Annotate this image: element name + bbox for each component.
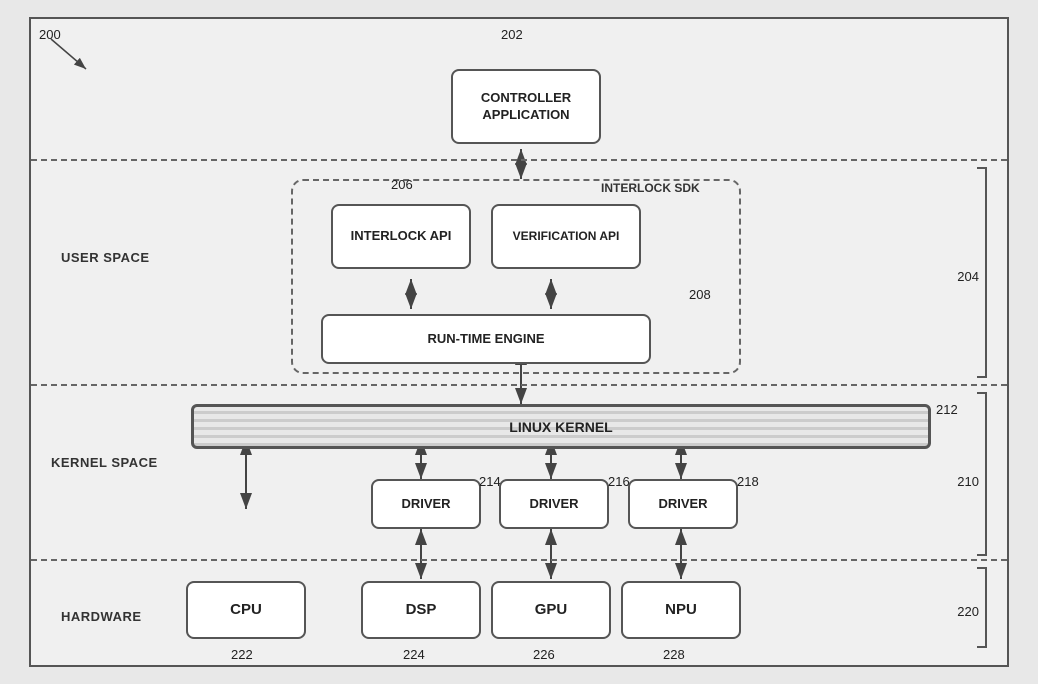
- interlock-api-box: INTERLOCK API: [331, 204, 471, 269]
- ref-208: 208: [689, 287, 711, 302]
- bracket-204: [985, 167, 987, 377]
- ref-220: 220: [957, 604, 979, 619]
- verification-api-box: VERIFICATION API: [491, 204, 641, 269]
- ref-224: 224: [403, 647, 425, 662]
- ref-218: 218: [737, 474, 759, 489]
- bracket-210-bottom: [977, 554, 987, 556]
- bracket-220-top: [977, 567, 987, 569]
- bracket-210-top: [977, 392, 987, 394]
- controller-app-box: CONTROLLER APPLICATION: [451, 69, 601, 144]
- ref-202: 202: [501, 27, 523, 42]
- bracket-220: [985, 567, 987, 647]
- bracket-220-bottom: [977, 646, 987, 648]
- ref-206: 206: [391, 177, 413, 192]
- ref-212: 212: [936, 402, 958, 417]
- driver2-box: DRIVER: [499, 479, 609, 529]
- ref-210: 210: [957, 474, 979, 489]
- kernel-space-label: KERNEL SPACE: [51, 454, 158, 472]
- user-space-bottom-line: [31, 384, 1007, 386]
- gpu-box: GPU: [491, 581, 611, 639]
- hardware-label: HARDWARE: [61, 609, 142, 624]
- diagram-container: 200 202 USER SPACE KERNEL SPACE HARDWARE…: [29, 17, 1009, 667]
- runtime-engine-box: RUN-TIME ENGINE: [321, 314, 651, 364]
- ref-204: 204: [957, 269, 979, 284]
- bracket-204-bottom: [977, 376, 987, 378]
- ref-216: 216: [608, 474, 630, 489]
- ref-214: 214: [479, 474, 501, 489]
- user-space-top-line: [31, 159, 1007, 161]
- dsp-box: DSP: [361, 581, 481, 639]
- driver1-box: DRIVER: [371, 479, 481, 529]
- ref-228: 228: [663, 647, 685, 662]
- ref-226: 226: [533, 647, 555, 662]
- driver3-box: DRIVER: [628, 479, 738, 529]
- bracket-210: [985, 392, 987, 555]
- user-space-label: USER SPACE: [61, 249, 150, 267]
- linux-kernel-box: LINUX KERNEL: [191, 404, 931, 449]
- ref-222: 222: [231, 647, 253, 662]
- interlock-sdk-label: INTERLOCK SDK: [601, 181, 700, 195]
- ref-200-arrow: [46, 34, 96, 74]
- npu-box: NPU: [621, 581, 741, 639]
- kernel-space-bottom-line: [31, 559, 1007, 561]
- bracket-204-top: [977, 167, 987, 169]
- cpu-box: CPU: [186, 581, 306, 639]
